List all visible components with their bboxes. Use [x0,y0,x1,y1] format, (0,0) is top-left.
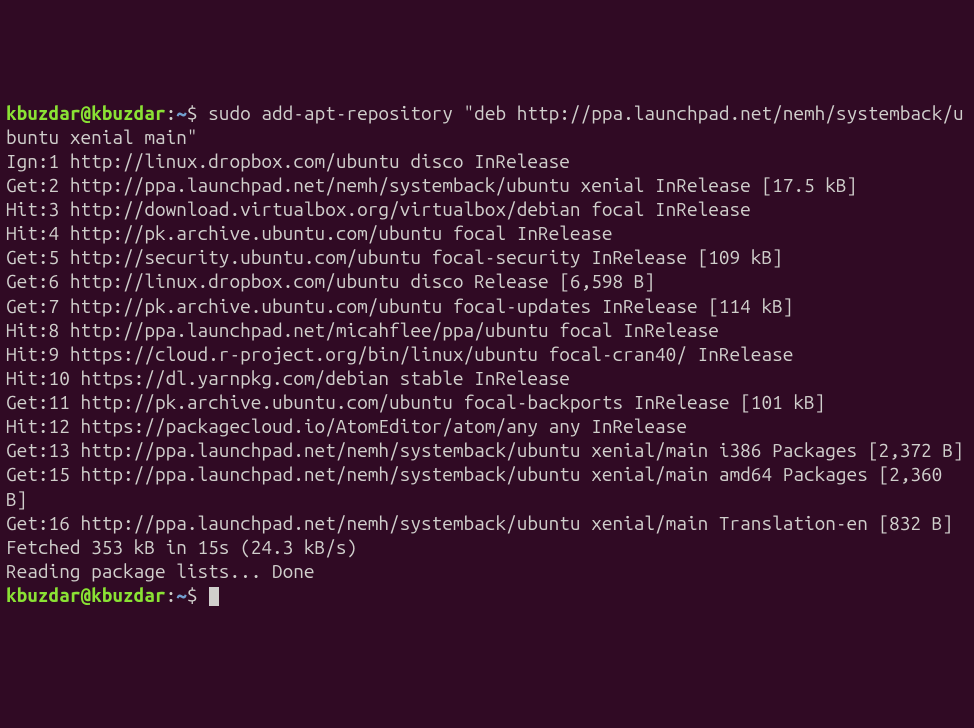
terminal-output: Ign:1 http://linux.dropbox.com/ubuntu di… [6,149,968,583]
output-line: Hit:8 http://ppa.launchpad.net/micahflee… [6,318,968,342]
prompt-user-2: kbuzdar [6,584,80,606]
prompt-line-1: kbuzdar@kbuzdar:~$ sudo add-apt-reposito… [6,101,968,149]
output-line: Get:15 http://ppa.launchpad.net/nemh/sys… [6,462,968,510]
prompt-colon: : [166,102,177,124]
output-line: Reading package lists... Done [6,559,968,583]
prompt-path-2: ~ [176,584,187,606]
prompt-at: @ [80,102,91,124]
output-line: Hit:9 https://cloud.r-project.org/bin/li… [6,342,968,366]
prompt-path: ~ [176,102,187,124]
prompt-host-2: kbuzdar [91,584,165,606]
output-line: Ign:1 http://linux.dropbox.com/ubuntu di… [6,149,968,173]
prompt-colon-2: : [166,584,177,606]
output-line: Hit:12 https://packagecloud.io/AtomEdito… [6,414,968,438]
prompt-host: kbuzdar [91,102,165,124]
prompt-dollar-2: $ [187,584,208,606]
prompt-at-2: @ [80,584,91,606]
output-line: Get:5 http://security.ubuntu.com/ubuntu … [6,245,968,269]
prompt-user: kbuzdar [6,102,80,124]
output-line: Hit:10 https://dl.yarnpkg.com/debian sta… [6,366,968,390]
prompt-line-2[interactable]: kbuzdar@kbuzdar:~$ [6,583,968,607]
output-line: Get:13 http://ppa.launchpad.net/nemh/sys… [6,438,968,462]
output-line: Get:16 http://ppa.launchpad.net/nemh/sys… [6,511,968,535]
prompt-dollar: $ [187,102,208,124]
output-line: Hit:3 http://download.virtualbox.org/vir… [6,197,968,221]
output-line: Get:7 http://pk.archive.ubuntu.com/ubunt… [6,294,968,318]
output-line: Get:11 http://pk.archive.ubuntu.com/ubun… [6,390,968,414]
cursor [209,587,219,606]
output-line: Fetched 353 kB in 15s (24.3 kB/s) [6,535,968,559]
output-line: Get:2 http://ppa.launchpad.net/nemh/syst… [6,173,968,197]
output-line: Hit:4 http://pk.archive.ubuntu.com/ubunt… [6,221,968,245]
output-line: Get:6 http://linux.dropbox.com/ubuntu di… [6,269,968,293]
